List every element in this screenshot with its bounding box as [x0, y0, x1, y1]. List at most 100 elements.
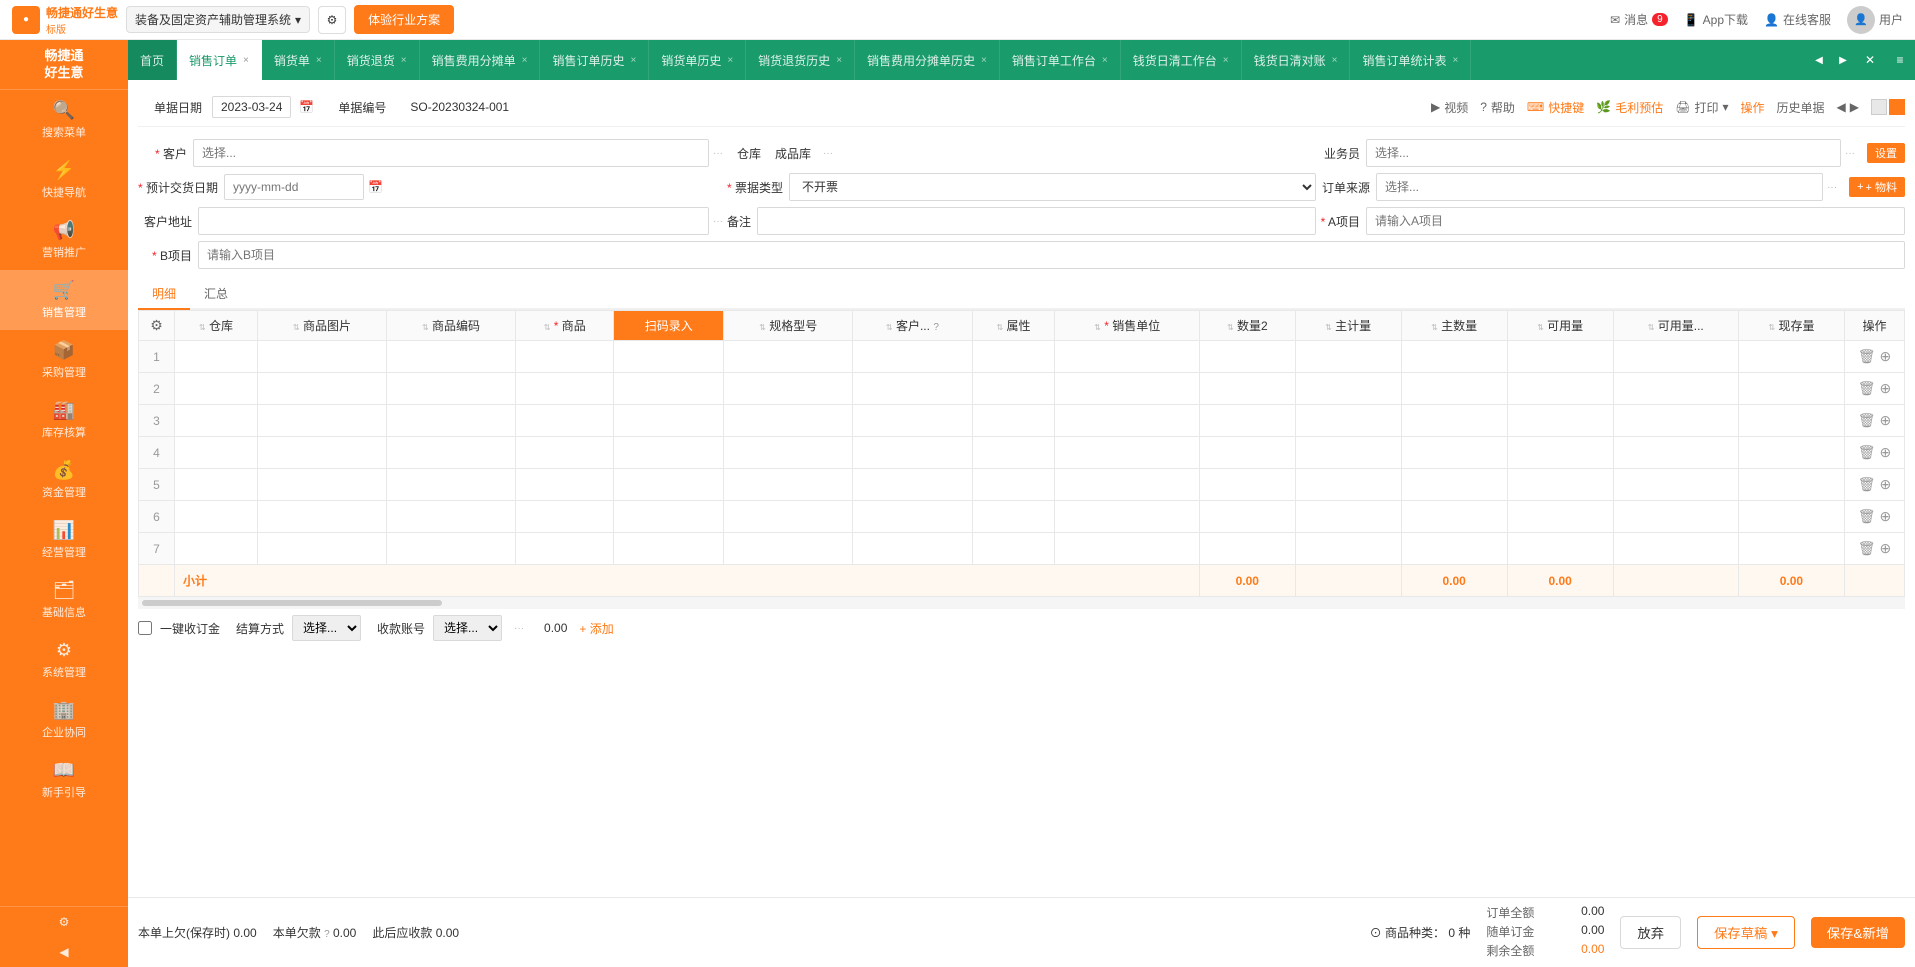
row-3-unit[interactable]	[1055, 405, 1200, 437]
tab-order-workbench-close[interactable]: ×	[1102, 55, 1108, 66]
delivery-calendar-icon[interactable]: 📅	[368, 180, 383, 194]
row-3-available[interactable]	[1507, 405, 1613, 437]
row-4-available[interactable]	[1507, 437, 1613, 469]
tab-invoice-history[interactable]: 销货单历史 ×	[649, 40, 746, 80]
sidebar-item-quick[interactable]: ⚡ 快捷导航	[0, 150, 128, 210]
row-6-spec[interactable]	[724, 501, 853, 533]
next-record-btn[interactable]: ▶	[1850, 100, 1859, 114]
row-5-unit[interactable]	[1055, 469, 1200, 501]
row-2-copy-btn[interactable]: ⊕	[1880, 380, 1892, 397]
tab-sales-invoice-close[interactable]: ×	[316, 55, 322, 66]
row-3-code[interactable]	[386, 405, 515, 437]
th-settings[interactable]: ⚙	[139, 311, 175, 341]
scroll-bar[interactable]	[142, 600, 442, 606]
row-7-goods[interactable]	[516, 533, 614, 565]
row-4-image[interactable]	[257, 437, 386, 469]
row-3-warehouse[interactable]	[175, 405, 258, 437]
row-6-qty2[interactable]	[1199, 501, 1295, 533]
row-5-delete-btn[interactable]: 🗑	[1858, 476, 1876, 493]
sidebar-item-business[interactable]: 📊 经营管理	[0, 510, 128, 570]
online-service-btn[interactable]: 👤 在线客服	[1764, 11, 1831, 28]
row-4-customer-code[interactable]	[853, 437, 972, 469]
tab-sales-return-close[interactable]: ×	[401, 55, 407, 66]
row-1-available2[interactable]	[1613, 341, 1738, 373]
row-6-copy-btn[interactable]: ⊕	[1880, 508, 1892, 525]
row-3-goods[interactable]	[516, 405, 614, 437]
discard-btn[interactable]: 放弃	[1620, 916, 1681, 949]
row-7-available[interactable]	[1507, 533, 1613, 565]
message-btn[interactable]: ✉ 消息 9	[1610, 11, 1668, 28]
tab-cost-split-close[interactable]: ×	[522, 55, 528, 66]
tab-order-stats-close[interactable]: ×	[1452, 55, 1458, 66]
row-4-spec[interactable]	[724, 437, 853, 469]
row-7-spec[interactable]	[724, 533, 853, 565]
help-btn[interactable]: ? 帮助	[1480, 99, 1515, 116]
col-settings-icon[interactable]: ⚙	[150, 317, 163, 333]
row-5-customer-code[interactable]	[853, 469, 972, 501]
tab-cost-split[interactable]: 销售费用分摊单 ×	[420, 40, 541, 80]
row-1-image[interactable]	[257, 341, 386, 373]
tab-sales-invoice[interactable]: 销货单 ×	[262, 40, 335, 80]
row-6-warehouse[interactable]	[175, 501, 258, 533]
sidebar-item-inventory[interactable]: 🏭 库存核算	[0, 390, 128, 450]
list-view-btn[interactable]	[1871, 99, 1887, 115]
tab-daily-workbench-close[interactable]: ×	[1223, 55, 1229, 66]
sidebar-item-marketing[interactable]: 📢 营销推广	[0, 210, 128, 270]
row-4-code[interactable]	[386, 437, 515, 469]
row-5-qty2[interactable]	[1199, 469, 1295, 501]
save-new-btn[interactable]: 保存&新增	[1811, 917, 1905, 948]
row-3-main-unit[interactable]	[1295, 405, 1401, 437]
nav-next-btn[interactable]: ▶	[1831, 40, 1855, 80]
row-2-goods[interactable]	[516, 373, 614, 405]
tab-daily-reconcile-close[interactable]: ×	[1332, 55, 1338, 66]
nav-prev-btn[interactable]: ◀	[1807, 40, 1831, 80]
row-2-customer-code[interactable]	[853, 373, 972, 405]
row-7-scan[interactable]	[614, 533, 724, 565]
row-6-scan[interactable]	[614, 501, 724, 533]
row-3-delete-btn[interactable]: 🗑	[1858, 412, 1876, 429]
tab-sales-return[interactable]: 销货退货 ×	[335, 40, 420, 80]
operation-btn[interactable]: 操作	[1741, 99, 1765, 116]
user-btn[interactable]: 👤 用户	[1847, 6, 1903, 34]
one-click-checkbox[interactable]	[138, 621, 152, 635]
row-4-available2[interactable]	[1613, 437, 1738, 469]
row-1-qty2[interactable]	[1199, 341, 1295, 373]
row-7-copy-btn[interactable]: ⊕	[1880, 540, 1892, 557]
row-4-scan[interactable]	[614, 437, 724, 469]
sidebar-toggle-btn[interactable]: ◀	[0, 937, 128, 967]
row-4-attr[interactable]	[972, 437, 1055, 469]
row-7-delete-btn[interactable]: 🗑	[1858, 540, 1876, 557]
add-material-btn[interactable]: + + 物料	[1849, 177, 1905, 197]
row-7-main-qty[interactable]	[1401, 533, 1507, 565]
row-7-image[interactable]	[257, 533, 386, 565]
row-1-available[interactable]	[1507, 341, 1613, 373]
row-5-copy-btn[interactable]: ⊕	[1880, 476, 1892, 493]
row-6-code[interactable]	[386, 501, 515, 533]
account-more-btn[interactable]: ···	[510, 623, 528, 634]
row-1-code[interactable]	[386, 341, 515, 373]
row-4-delete-btn[interactable]: 🗑	[1858, 444, 1876, 461]
row-6-attr[interactable]	[972, 501, 1055, 533]
row-3-attr[interactable]	[972, 405, 1055, 437]
row-7-warehouse[interactable]	[175, 533, 258, 565]
tab-summary[interactable]: 汇总	[190, 279, 242, 308]
tab-return-history[interactable]: 销货退货历史 ×	[746, 40, 855, 80]
sidebar-item-system[interactable]: ⚙ 系统管理	[0, 630, 128, 690]
shortcut-btn[interactable]: ⌨ 快捷键	[1527, 99, 1584, 116]
row-7-stock[interactable]	[1738, 533, 1844, 565]
row-6-customer-code[interactable]	[853, 501, 972, 533]
row-6-available[interactable]	[1507, 501, 1613, 533]
sidebar-collapse-btn[interactable]: ⚙	[0, 907, 128, 937]
row-5-stock[interactable]	[1738, 469, 1844, 501]
tab-order-workbench[interactable]: 销售订单工作台 ×	[1000, 40, 1121, 80]
row-1-attr[interactable]	[972, 341, 1055, 373]
row-6-goods[interactable]	[516, 501, 614, 533]
tab-cost-history-close[interactable]: ×	[981, 55, 987, 66]
app-download-btn[interactable]: 📱 App下载	[1684, 11, 1748, 28]
row-2-image[interactable]	[257, 373, 386, 405]
a-project-input[interactable]	[1366, 207, 1905, 235]
row-1-warehouse[interactable]	[175, 341, 258, 373]
row-6-main-qty[interactable]	[1401, 501, 1507, 533]
invoice-select[interactable]: 不开票	[789, 173, 1316, 201]
row-1-goods[interactable]	[516, 341, 614, 373]
